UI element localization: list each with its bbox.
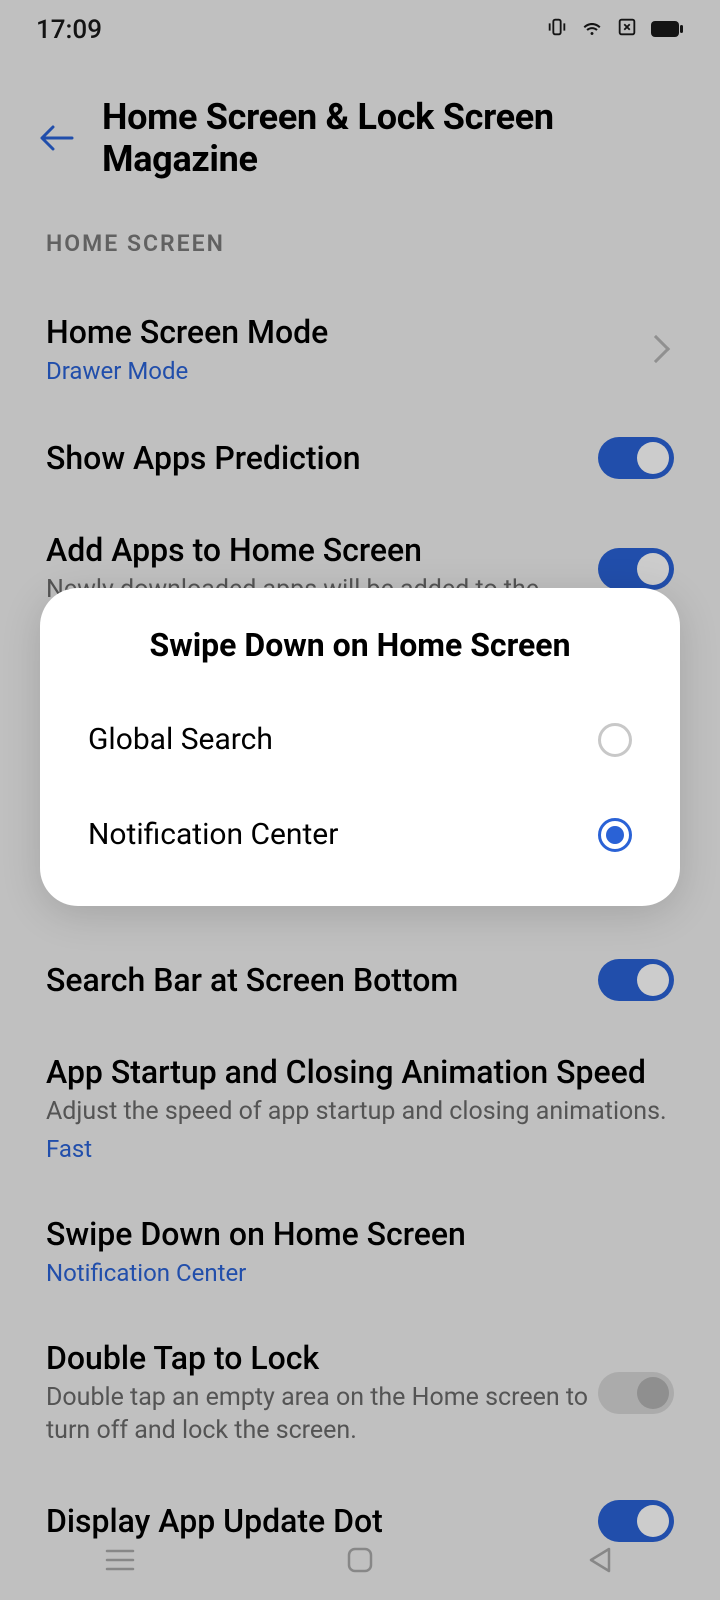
radio-unselected-icon [598,723,632,757]
option-global-search[interactable]: Global Search [40,692,680,787]
option-label: Global Search [88,722,273,757]
radio-selected-icon [598,818,632,852]
swipe-down-dialog: Swipe Down on Home Screen Global Search … [40,588,680,906]
option-notification-center[interactable]: Notification Center [40,787,680,882]
option-label: Notification Center [88,817,338,852]
dialog-title: Swipe Down on Home Screen [40,626,680,664]
